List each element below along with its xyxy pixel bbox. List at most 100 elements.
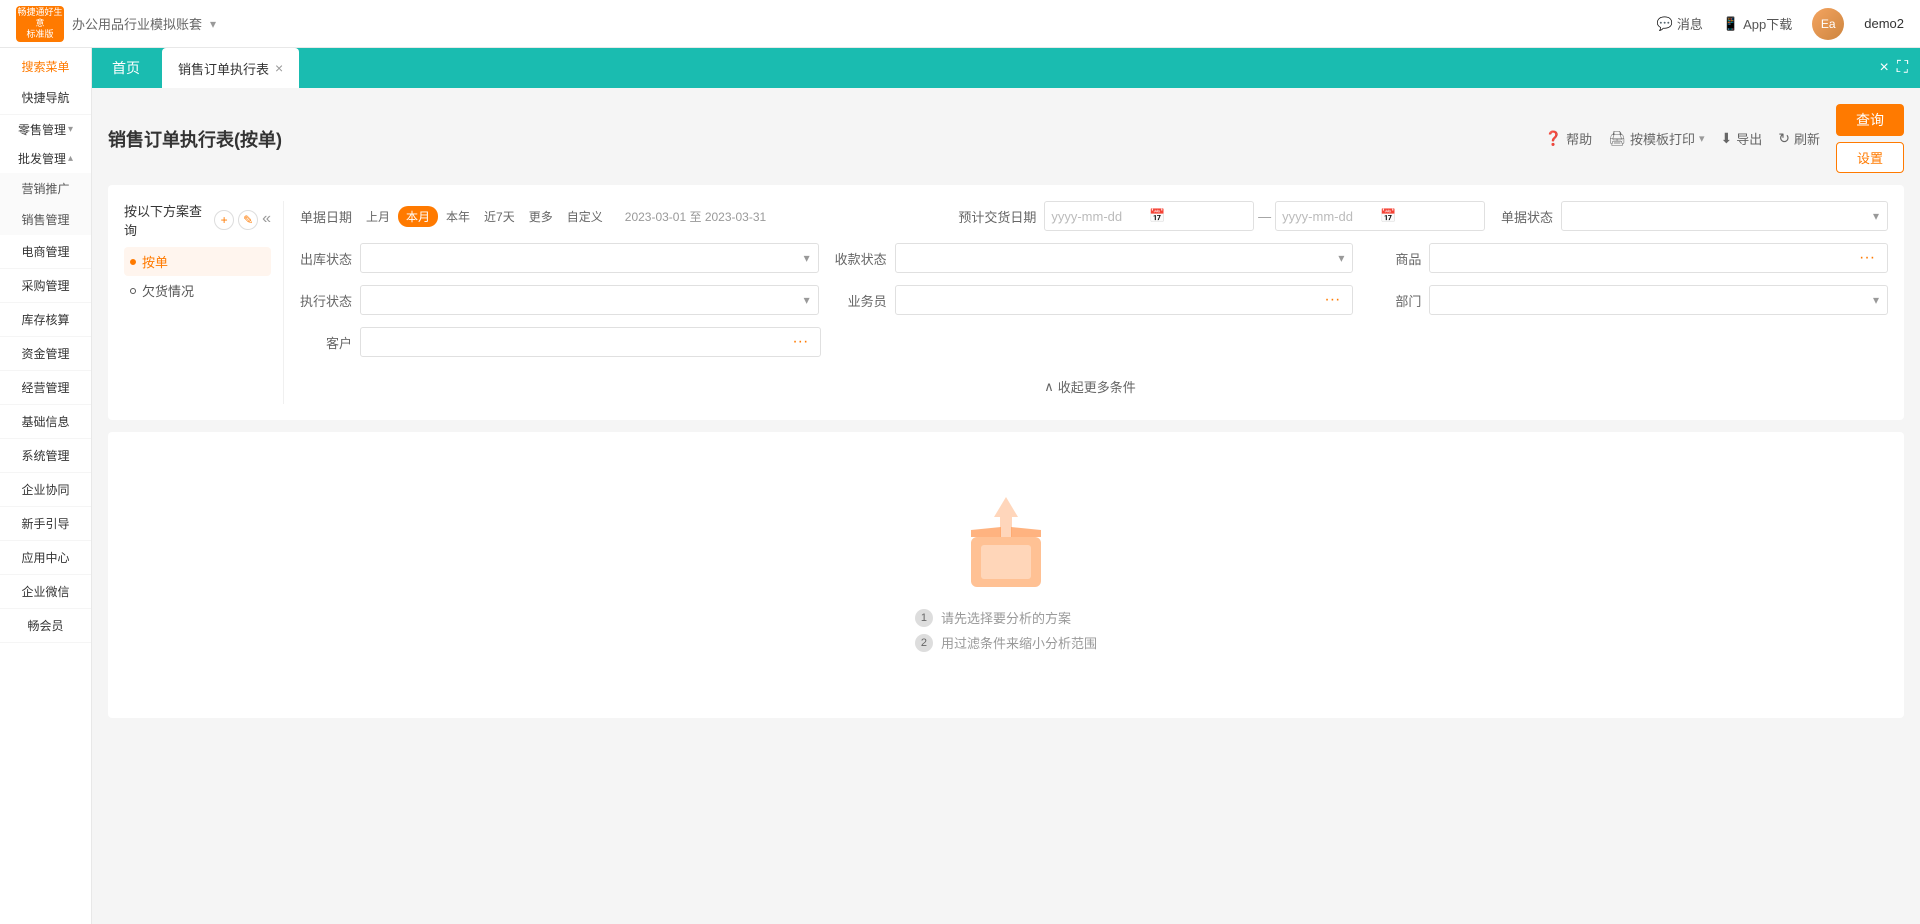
empty-hint-1-text: 请先选择要分析的方案 [941,608,1071,627]
hint-num-2: 2 [915,634,933,652]
page-content: 销售订单执行表(按单) ❓ 帮助 🖨 按模板打印 ▾ ⬇ 导出 [92,88,1920,924]
chevron-down-icon: ▾ [68,124,73,135]
export-btn[interactable]: ⬇ 导出 [1721,129,1763,148]
sidebar-item-finance[interactable]: 资金管理 [0,337,91,371]
print-btn[interactable]: 🖨 按模板打印 ▾ [1608,129,1704,148]
print-dropdown-icon[interactable]: ▾ [1699,132,1705,145]
topbar-left: 畅捷通好生意 标准版 办公用品行业模拟账套 ▾ [16,6,216,42]
empty-svg-illustration [946,492,1066,592]
window-close-btn[interactable]: × [1879,59,1888,77]
window-max-btn[interactable]: ⛶ [1897,59,1908,77]
date-quick-more[interactable]: 更多 [523,206,559,227]
empty-state: 1 请先选择要分析的方案 2 用过滤条件来缩小分析范围 [108,432,1904,718]
setting-button[interactable]: 设置 [1836,142,1904,173]
sidebar-item-member[interactable]: 畅会员 [0,609,91,643]
sidebar-item-newbie-label: 新手引导 [21,517,69,531]
sidebar-item-wholesale[interactable]: 批发管理 ▴ [0,144,91,173]
sidebar-item-wholesale-label: 批发管理 [18,150,66,167]
chevron-down-icon: ▾ [1873,209,1879,223]
export-label: 导出 [1736,129,1762,148]
customer-label: 客户 [292,333,352,352]
dept-select[interactable]: ▾ [1429,285,1888,315]
tab-close-btn[interactable]: × [275,61,283,75]
help-label: 帮助 [1566,129,1592,148]
sidebar-item-marketing[interactable]: 营销推广 [0,173,91,204]
logo: 畅捷通好生意 标准版 [16,6,64,42]
help-icon: ❓ [1545,130,1562,147]
receipt-status-select[interactable]: ▾ [895,243,1354,273]
sidebar-search[interactable]: 搜索菜单 [0,48,91,81]
product-more-btn[interactable]: ··· [1855,249,1879,267]
tab-active-label: 销售订单执行表 [178,59,269,78]
scheme-item-欠货情况[interactable]: 欠货情况 [124,276,271,305]
customer-more-btn[interactable]: ··· [788,333,812,351]
expected-date-start[interactable]: yyyy-mm-dd 📅 [1044,201,1254,231]
exec-status-label: 执行状态 [292,291,352,310]
sidebar-item-basic[interactable]: 基础信息 [0,405,91,439]
page-actions: ❓ 帮助 🖨 按模板打印 ▾ ⬇ 导出 ↻ 刷新 [1545,104,1904,173]
date-quick-custom[interactable]: 自定义 [561,206,609,227]
date-quick-this-year[interactable]: 本年 [440,206,476,227]
print-icon: 🖨 [1608,130,1626,147]
query-button[interactable]: 查询 [1836,104,1904,136]
collapse-more-label: 收起更多条件 [1058,377,1136,396]
product-select[interactable]: ··· [1429,243,1888,273]
message-btn[interactable]: 💬 消息 [1657,14,1703,33]
salesperson-more-btn[interactable]: ··· [1320,291,1344,309]
sidebar-item-appstore[interactable]: 应用中心 [0,541,91,575]
collapse-more-btn[interactable]: ∧ 收起更多条件 [292,369,1888,404]
sidebar-item-wechat[interactable]: 企业微信 [0,575,91,609]
app-download-label: App下载 [1743,14,1792,33]
help-btn[interactable]: ❓ 帮助 [1545,129,1592,148]
filter-field-product: 商品 ··· [1361,243,1888,273]
sidebar-item-enterprise[interactable]: 企业协同 [0,473,91,507]
chevron-down-icon4: ▾ [804,293,810,307]
sidebar-item-member-label: 畅会员 [27,619,63,633]
app-title-dropdown[interactable]: ▾ [210,17,216,31]
sidebar-item-newbie[interactable]: 新手引导 [0,507,91,541]
sidebar-item-system[interactable]: 系统管理 [0,439,91,473]
calendar-start-icon: 📅 [1149,208,1247,224]
tab-window-btns: × ⛶ [1867,59,1920,77]
sidebar-item-appstore-label: 应用中心 [21,551,69,565]
sidebar-item-quicknav-label: 快捷导航 [21,91,69,105]
sidebar-item-sales[interactable]: 销售管理 [0,204,91,235]
tab-home[interactable]: 首页 [92,48,160,88]
sidebar-item-operations[interactable]: 经营管理 [0,371,91,405]
filter-field-customer: 客户 ··· [292,327,821,357]
scheme-collapse-btn[interactable]: « [262,210,271,230]
filter-field-date: 单据日期 上月 本月 本年 近7天 更多 自定义 2023-03-01 至 20… [292,206,950,227]
app-download-btn[interactable]: 📱 App下载 [1723,14,1792,33]
salesperson-label: 业务员 [827,291,887,310]
filter-field-receipt-status: 收款状态 ▾ [827,243,1354,273]
refresh-btn[interactable]: ↻ 刷新 [1778,129,1820,148]
date-quick-this-month[interactable]: 本月 [398,206,438,227]
scheme-add-btn[interactable]: + [214,210,234,230]
product-label: 商品 [1361,249,1421,268]
sidebar-item-purchase[interactable]: 采购管理 [0,269,91,303]
customer-select[interactable]: ··· [360,327,821,357]
expected-date-end-placeholder: yyyy-mm-dd [1282,209,1380,224]
sidebar-item-ecommerce[interactable]: 电商管理 [0,235,91,269]
status-select[interactable]: ▾ [1561,201,1888,231]
salesperson-select[interactable]: ··· [895,285,1354,315]
scheme-edit-btn[interactable]: ✎ [238,210,258,230]
filter-row-2: 出库状态 ▾ 收款状态 ▾ [292,243,1888,273]
sidebar-item-quicknav[interactable]: 快捷导航 [0,81,91,115]
user-name: demo2 [1864,16,1904,31]
delivery-status-select[interactable]: ▾ [360,243,819,273]
date-quick-7days[interactable]: 近7天 [478,206,521,227]
refresh-icon: ↻ [1778,130,1790,147]
sidebar-item-ecommerce-label: 电商管理 [21,245,69,259]
date-quick-last-month[interactable]: 上月 [360,206,396,227]
empty-hints: 1 请先选择要分析的方案 2 用过滤条件来缩小分析范围 [915,608,1097,658]
delivery-status-label: 出库状态 [292,249,352,268]
exec-status-select[interactable]: ▾ [360,285,819,315]
sidebar-item-marketing-label: 营销推广 [21,182,69,196]
tab-active[interactable]: 销售订单执行表 × [162,48,299,88]
sidebar-item-retail[interactable]: 零售管理 ▾ [0,115,91,144]
scheme-item-按单[interactable]: 按单 [124,247,271,276]
chevron-down-icon5: ▾ [1873,293,1879,307]
sidebar-item-inventory[interactable]: 库存核算 [0,303,91,337]
expected-date-end[interactable]: yyyy-mm-dd 📅 [1275,201,1485,231]
